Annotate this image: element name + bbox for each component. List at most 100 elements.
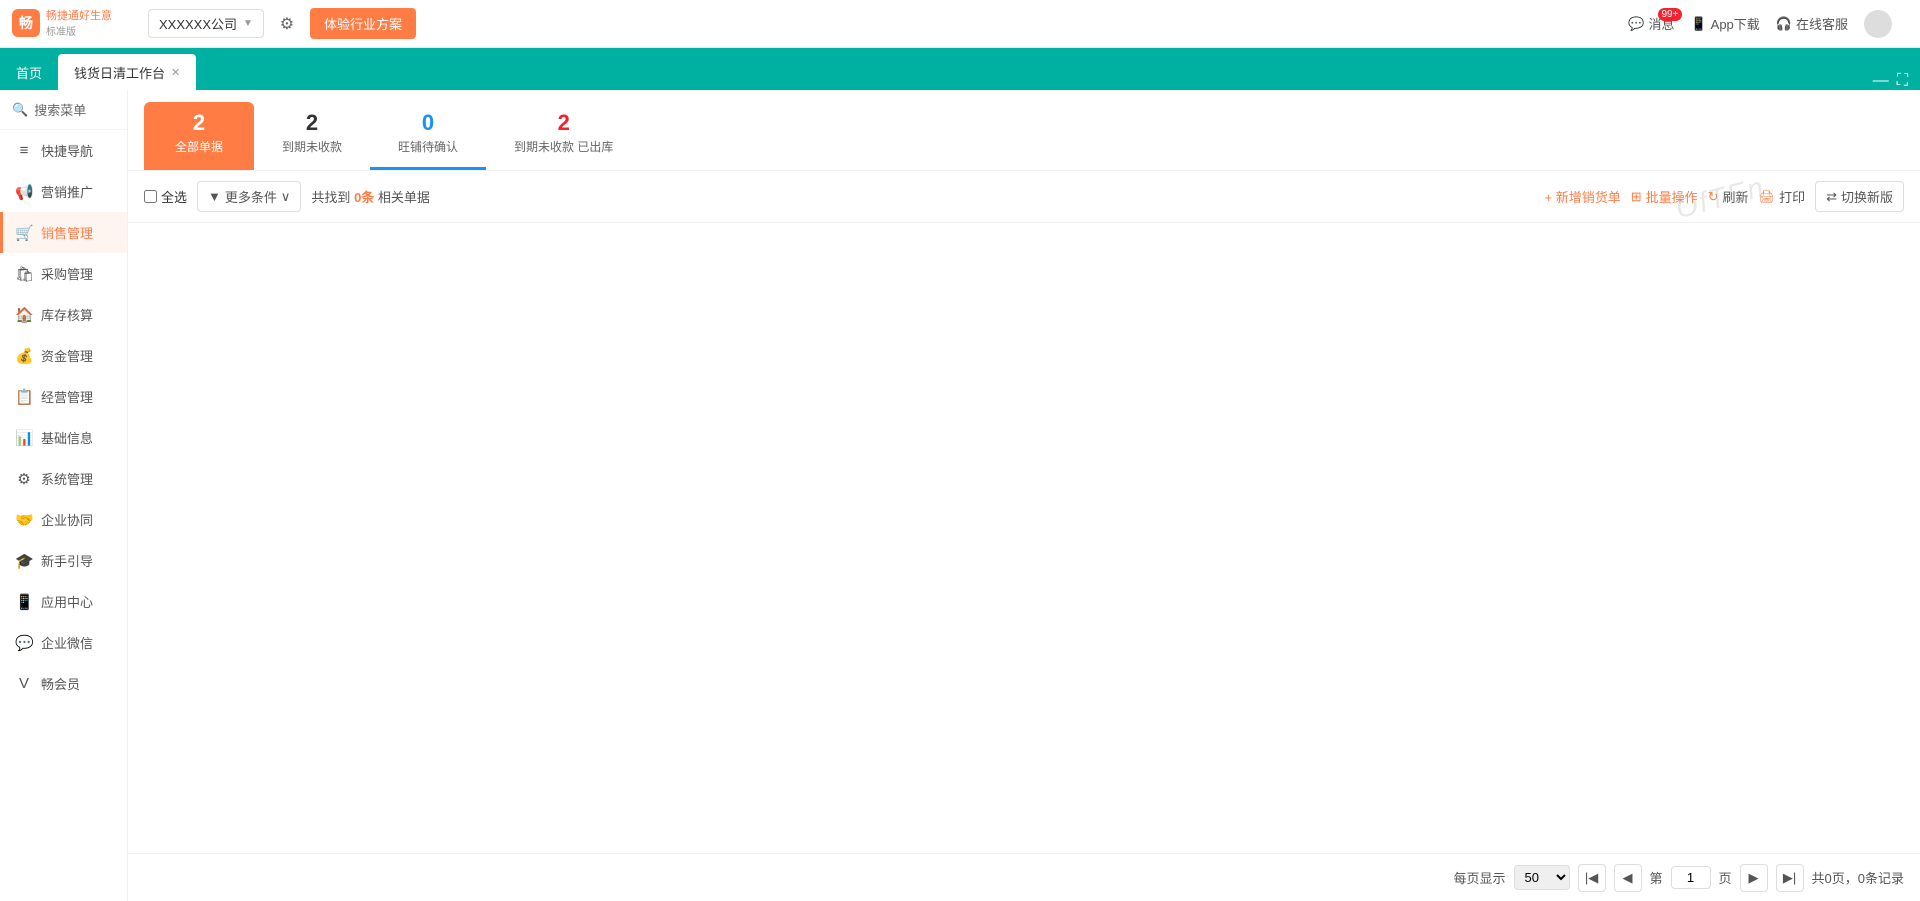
nav-icon: ≡ — [15, 142, 33, 159]
tab-expand-icon[interactable]: ⛶ — [1897, 72, 1908, 90]
tab-close-icon[interactable]: ✕ — [171, 66, 180, 79]
purchase-icon: 🛍 — [15, 265, 33, 283]
sidebar-item-xiaoshouguanli[interactable]: 🛒 销售管理 — [0, 212, 127, 253]
per-page-select[interactable]: 10 20 50 100 — [1514, 865, 1570, 890]
batch-icon: ⊞ — [1631, 189, 1642, 205]
stat-num-all: 2 — [172, 110, 226, 136]
total-info: 共0页，0条记录 — [1812, 868, 1904, 887]
sidebar-item-kucunhesuan[interactable]: 🏠 库存核算 — [0, 294, 127, 335]
chevron-down-icon: ▼ — [243, 18, 253, 29]
sidebar: 🔍 搜索菜单 ≡ 快捷导航 📢 营销推广 🛒 销售管理 🛍 采购管理 🏠 库存核… — [0, 90, 128, 901]
nav-tabs: 首页 钱货日清工作台 ✕ — ⛶ — [0, 48, 1920, 90]
download-icon: 📱 — [1690, 16, 1706, 32]
stat-tab-shipped[interactable]: 2 到期未收款 已出库 — [486, 102, 641, 170]
print-button[interactable]: 🖨 打印 — [1759, 187, 1806, 206]
sidebar-item-xitongguanli[interactable]: ⚙ 系统管理 — [0, 458, 127, 499]
logo-area: 畅 畅捷通好生意 标准版 — [12, 9, 140, 38]
avatar[interactable] — [1864, 10, 1892, 38]
member-icon: V — [15, 675, 33, 692]
online-service-button[interactable]: 🎧 在线客服 — [1776, 14, 1848, 33]
sidebar-item-yingxiaotuiguang[interactable]: 📢 营销推广 — [0, 171, 127, 212]
refresh-button[interactable]: ↻ 刷新 — [1708, 187, 1749, 206]
chevron-icon: ∨ — [281, 189, 291, 205]
finance-icon: 💰 — [15, 347, 33, 365]
stat-label-overdue: 到期未收款 — [282, 138, 342, 155]
next-page-button[interactable]: ▶ — [1740, 864, 1768, 892]
refresh-icon: ↻ — [1708, 189, 1719, 205]
settings-icon[interactable]: ⚙ — [272, 9, 302, 39]
page-input[interactable] — [1671, 866, 1711, 889]
sidebar-item-changhyuian[interactable]: V 畅会员 — [0, 663, 127, 704]
inventory-icon: 🏠 — [15, 306, 33, 324]
collab-icon: 🤝 — [15, 511, 33, 529]
stat-label-all: 全部单据 — [172, 138, 226, 155]
stat-num-wangpu: 0 — [398, 110, 458, 136]
sidebar-search[interactable]: 🔍 搜索菜单 — [0, 90, 127, 130]
wechat-icon: 💬 — [15, 634, 33, 652]
header-right: 💬 消息 99+ 📱 App下载 🎧 在线客服 — [1628, 10, 1908, 38]
guide-icon: 🎓 — [15, 552, 33, 570]
batch-operation-button[interactable]: ⊞ 批量操作 — [1631, 187, 1698, 206]
marketing-icon: 📢 — [15, 183, 33, 201]
toolbar-right: + 新增销货单 ⊞ 批量操作 ↻ 刷新 🖨 打印 ⇄ 切换新版 — [1544, 181, 1904, 212]
pagination-bar: 每页显示 10 20 50 100 |◀ ◀ 第 页 ▶ ▶| 共0页，0条记录 — [128, 853, 1920, 901]
system-icon: ⚙ — [15, 470, 33, 488]
trial-button[interactable]: 体验行业方案 — [310, 8, 416, 39]
found-text: 共找到 0条 相关单据 — [311, 187, 430, 206]
sidebar-item-jingyingguanli[interactable]: 📋 经营管理 — [0, 376, 127, 417]
tab-minimize-icon[interactable]: — — [1873, 72, 1889, 90]
switch-icon: ⇄ — [1826, 189, 1837, 205]
sidebar-item-caigouguanli[interactable]: 🛍 采购管理 — [0, 253, 127, 294]
stat-label-shipped: 到期未收款 已出库 — [514, 138, 613, 155]
stat-num-overdue: 2 — [282, 110, 342, 136]
first-page-button[interactable]: |◀ — [1578, 864, 1606, 892]
filter-button[interactable]: ▼ 更多条件 ∨ — [197, 181, 301, 212]
found-count: 0条 — [354, 190, 374, 205]
switch-version-button[interactable]: ⇄ 切换新版 — [1815, 181, 1904, 212]
sidebar-item-qiyeweixin[interactable]: 💬 企业微信 — [0, 622, 127, 663]
content-area: 2 全部单据 2 到期未收款 0 旺铺待确认 2 到期未收款 已出库 全选 — [128, 90, 1920, 901]
basic-info-icon: 📊 — [15, 429, 33, 447]
logo-text: 畅捷通好生意 — [46, 9, 112, 23]
select-all-label[interactable]: 全选 — [144, 187, 187, 206]
stat-tab-wangpu[interactable]: 0 旺铺待确认 — [370, 102, 486, 170]
messages-button[interactable]: 💬 消息 99+ — [1628, 14, 1674, 33]
table-area — [128, 223, 1920, 853]
stat-tabs: 2 全部单据 2 到期未收款 0 旺铺待确认 2 到期未收款 已出库 — [128, 90, 1920, 171]
company-name: XXXXXX公司 — [159, 14, 237, 33]
select-all-checkbox[interactable] — [144, 190, 157, 203]
stat-label-wangpu: 旺铺待确认 — [398, 138, 458, 155]
toolbar: 全选 ▼ 更多条件 ∨ 共找到 0条 相关单据 + 新增销货单 ⊞ 批量操作 ↻ — [128, 171, 1920, 223]
app-center-icon: 📱 — [15, 593, 33, 611]
stat-tab-overdue[interactable]: 2 到期未收款 — [254, 102, 370, 170]
page-suffix: 页 — [1719, 868, 1732, 887]
stat-tab-all[interactable]: 2 全部单据 — [144, 102, 254, 170]
prev-page-button[interactable]: ◀ — [1614, 864, 1642, 892]
management-icon: 📋 — [15, 388, 33, 406]
company-selector[interactable]: XXXXXX公司 ▼ — [148, 9, 264, 38]
per-page-label: 每页显示 — [1453, 868, 1505, 887]
sidebar-item-xinshouyindao[interactable]: 🎓 新手引导 — [0, 540, 127, 581]
bell-icon: 💬 — [1628, 16, 1644, 32]
message-badge: 99+ — [1658, 8, 1683, 21]
service-icon: 🎧 — [1776, 16, 1792, 32]
logo-icon: 畅 — [12, 9, 40, 37]
search-icon: 🔍 — [12, 102, 28, 118]
stat-num-shipped: 2 — [514, 110, 613, 136]
page-prefix: 第 — [1650, 868, 1663, 887]
sidebar-item-qiyexietong[interactable]: 🤝 企业协同 — [0, 499, 127, 540]
filter-icon: ▼ — [208, 189, 221, 204]
sidebar-item-jichuxinxi[interactable]: 📊 基础信息 — [0, 417, 127, 458]
last-page-button[interactable]: ▶| — [1776, 864, 1804, 892]
sidebar-item-kuaijiedaohang[interactable]: ≡ 快捷导航 — [0, 130, 127, 171]
sidebar-item-zijinguanli[interactable]: 💰 资金管理 — [0, 335, 127, 376]
print-icon: 🖨 — [1759, 189, 1776, 205]
logo-sub: 标准版 — [46, 23, 112, 38]
top-header: 畅 畅捷通好生意 标准版 XXXXXX公司 ▼ ⚙ 体验行业方案 💬 消息 99… — [0, 0, 1920, 48]
tab-qianhuoricingongzuotai[interactable]: 钱货日清工作台 ✕ — [58, 54, 196, 90]
new-sale-order-button[interactable]: + 新增销货单 — [1544, 182, 1620, 211]
sidebar-item-yingyongzhongxin[interactable]: 📱 应用中心 — [0, 581, 127, 622]
app-download-button[interactable]: 📱 App下载 — [1690, 14, 1759, 33]
tab-home[interactable]: 首页 — [0, 54, 58, 90]
main-content: 2 全部单据 2 到期未收款 0 旺铺待确认 2 到期未收款 已出库 全选 — [128, 90, 1920, 901]
